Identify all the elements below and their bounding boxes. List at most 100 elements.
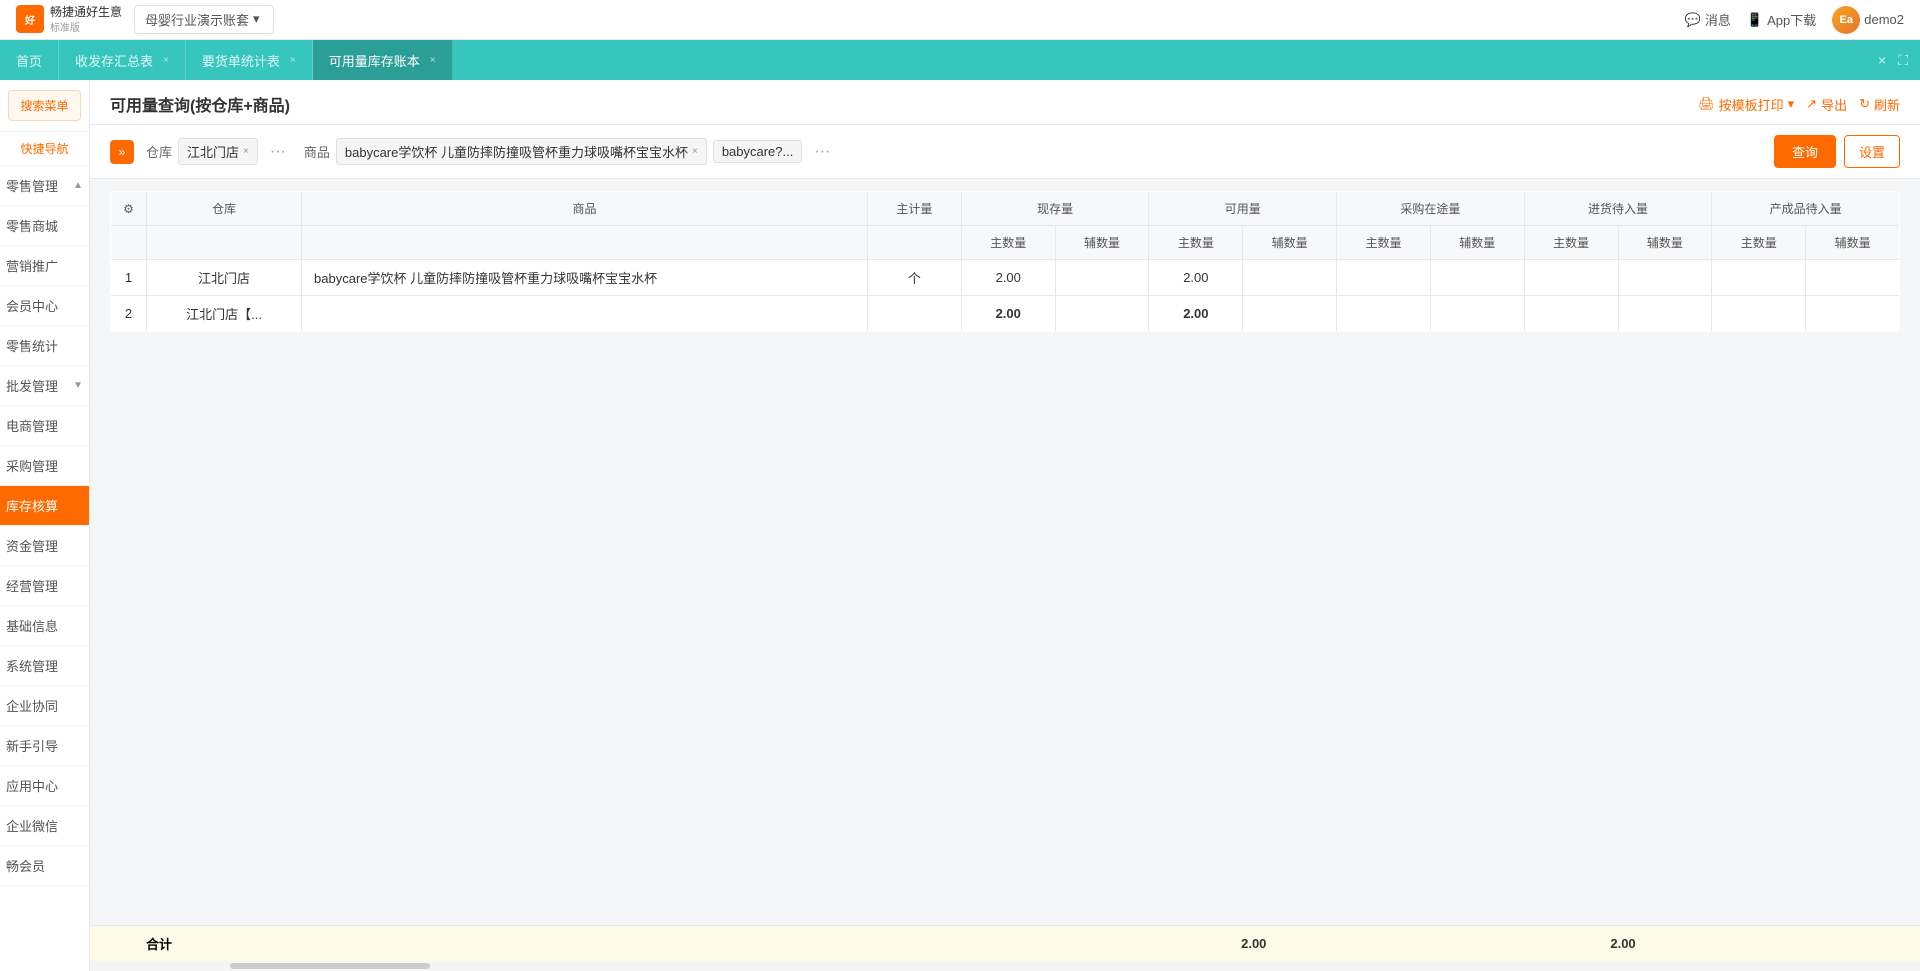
sidebar-item-wholesale-mgmt[interactable]: 批发管理 ▼ — [0, 366, 89, 406]
summary-empty-3 — [1023, 934, 1161, 953]
sidebar-item-member-center[interactable]: 会员中心 — [0, 286, 89, 326]
th-main-unit: 主计量 — [868, 192, 962, 226]
tab-home[interactable]: 首页 — [0, 40, 59, 80]
refresh-icon: ↻ — [1859, 96, 1870, 112]
product-tag-text-2: babycare?... — [722, 144, 794, 159]
message-btn[interactable]: 💬 消息 — [1685, 10, 1731, 29]
sidebar-item-business-mgmt[interactable]: 经营管理 — [0, 566, 89, 606]
query-btn[interactable]: 查询 — [1774, 135, 1836, 168]
top-bar-right: 💬 消息 📱 App下载 Ea demo2 — [1685, 6, 1904, 34]
th-available-aux-qty: 辅数量 — [1243, 226, 1337, 260]
th-product: 商品 — [302, 192, 868, 226]
warehouse-tag-1[interactable]: 江北门店 × — [178, 138, 258, 165]
warehouse-filter-group: 仓库 江北门店 × ··· — [146, 138, 292, 165]
chevron-down-icon: ▾ — [1788, 96, 1795, 112]
cell-unit-1: 个 — [868, 260, 962, 296]
export-btn[interactable]: ↗ 导出 — [1806, 95, 1847, 114]
sidebar-item-app-center[interactable]: 应用中心 — [0, 766, 89, 806]
chevron-down-icon: ▾ — [253, 11, 260, 27]
sidebar-item-label: 营销推广 — [6, 256, 58, 275]
message-label: 消息 — [1705, 10, 1731, 29]
sidebar-item-enterprise-coop[interactable]: 企业协同 — [0, 686, 89, 726]
sidebar-item-enterprise-wechat[interactable]: 企业微信 — [0, 806, 89, 846]
product-more-btn[interactable]: ··· — [808, 141, 836, 163]
cell-production-pending-main-1 — [1712, 260, 1806, 296]
sidebar-item-purchase-mgmt[interactable]: 采购管理 — [0, 446, 89, 486]
cell-inbound-pending-aux-2 — [1618, 296, 1712, 332]
scroll-thumb[interactable] — [230, 963, 430, 969]
sidebar-item-label: 库存核算 — [6, 496, 58, 515]
filter-actions: 查询 设置 — [1774, 135, 1900, 168]
sidebar-item-marketing[interactable]: 营销推广 — [0, 246, 89, 286]
th-settings[interactable]: ⚙ — [111, 192, 147, 226]
cell-inbound-pending-main-1 — [1524, 260, 1618, 296]
quick-nav-btn[interactable]: 快捷导航 — [0, 132, 89, 166]
page-title: 可用量查询(按仓库+商品) — [110, 92, 290, 116]
expand-icon: ▼ — [73, 380, 83, 391]
tab-home-label: 首页 — [16, 51, 42, 70]
cell-production-pending-aux-2 — [1806, 296, 1900, 332]
refresh-btn[interactable]: ↻ 刷新 — [1859, 95, 1900, 114]
cell-production-pending-main-2 — [1712, 296, 1806, 332]
sidebar-item-inventory-mgmt[interactable]: 库存核算 — [0, 486, 89, 526]
tab-order-stats[interactable]: 要货单统计表 × — [186, 40, 313, 80]
sidebar-item-label: 零售统计 — [6, 336, 58, 355]
cell-current-main-2: 2.00 — [961, 296, 1055, 332]
tab-available-inventory-close[interactable]: × — [430, 55, 436, 66]
settings-btn[interactable]: 设置 — [1844, 135, 1900, 168]
sidebar-search-area: 搜索菜单 — [0, 80, 89, 132]
close-all-tabs-btn[interactable]: × — [1874, 48, 1890, 72]
expand-tab-btn[interactable]: ⛶ — [1894, 48, 1912, 73]
sidebar-item-label: 基础信息 — [6, 616, 58, 635]
cell-available-main-2: 2.00 — [1149, 296, 1243, 332]
nav-tabs: 首页 收发存汇总表 × 要货单统计表 × 可用量库存账本 × × ⛶ — [0, 40, 1920, 80]
tab-receive-summary-close[interactable]: × — [163, 55, 169, 66]
th-inbound-pending: 进货待入量 — [1524, 192, 1712, 226]
product-tag-remove-1[interactable]: × — [692, 146, 698, 157]
download-btn[interactable]: 📱 App下载 — [1747, 10, 1816, 29]
print-label: 按模板打印 — [1719, 95, 1784, 114]
sidebar-item-label: 经营管理 — [6, 576, 58, 595]
table-container[interactable]: ⚙ 仓库 商品 主计量 现存量 可用量 采购在途量 进货待入量 产成品待入量 — [90, 179, 1920, 925]
th-available-main-qty: 主数量 — [1149, 226, 1243, 260]
warehouse-more-btn[interactable]: ··· — [264, 141, 292, 163]
sidebar-item-vip-member[interactable]: 畅会员 — [0, 846, 89, 886]
sidebar-item-label: 电商管理 — [6, 416, 58, 435]
main-layout: 搜索菜单 快捷导航 零售管理 ▲ 零售商城 营销推广 会员中心 零售统计 批发管… — [0, 80, 1920, 971]
sidebar-item-label: 系统管理 — [6, 656, 58, 675]
sidebar-item-finance-mgmt[interactable]: 资金管理 — [0, 526, 89, 566]
sidebar-item-system-mgmt[interactable]: 系统管理 — [0, 646, 89, 686]
tab-available-inventory[interactable]: 可用量库存账本 × — [313, 40, 453, 80]
industry-label: 母婴行业演示账套 — [145, 10, 249, 29]
content-area: 可用量查询(按仓库+商品) 🖨 按模板打印 ▾ ↗ 导出 ↻ 刷新 » — [90, 80, 1920, 971]
print-template-btn[interactable]: 🖨 按模板打印 ▾ — [1698, 95, 1794, 114]
product-tag-1[interactable]: babycare学饮杯 儿童防摔防撞吸管杯重力球吸嘴杯宝宝水杯 × — [336, 138, 707, 165]
summary-available-aux — [1715, 934, 1900, 953]
summary-available-main-qty: 2.00 — [1531, 934, 1716, 953]
sidebar-item-basic-info[interactable]: 基础信息 — [0, 606, 89, 646]
logo-area: 好 畅捷通好生意 标准版 — [16, 5, 122, 34]
sidebar-item-ecommerce-mgmt[interactable]: 电商管理 — [0, 406, 89, 446]
sidebar-item-retail-stats[interactable]: 零售统计 — [0, 326, 89, 366]
tab-order-stats-label: 要货单统计表 — [202, 51, 280, 70]
username: demo2 — [1864, 12, 1904, 27]
user-area[interactable]: Ea demo2 — [1832, 6, 1904, 34]
sidebar-item-retail-mgmt[interactable]: 零售管理 ▲ — [0, 166, 89, 206]
tab-order-stats-close[interactable]: × — [290, 55, 296, 66]
scroll-bar-area[interactable] — [90, 961, 1920, 971]
th-production-pending-main: 主数量 — [1712, 226, 1806, 260]
table-row: 1 江北门店 babycare学饮杯 儿童防摔防撞吸管杯重力球吸嘴杯宝宝水杯 个… — [111, 260, 1900, 296]
tab-receive-summary[interactable]: 收发存汇总表 × — [59, 40, 186, 80]
filter-expand-btn[interactable]: » — [110, 140, 134, 164]
export-label: 导出 — [1821, 95, 1847, 114]
sidebar-item-retail-mall[interactable]: 零售商城 — [0, 206, 89, 246]
industry-selector[interactable]: 母婴行业演示账套 ▾ — [134, 5, 274, 34]
cell-inbound-pending-main-2 — [1524, 296, 1618, 332]
download-label: App下载 — [1767, 10, 1816, 29]
search-menu-btn[interactable]: 搜索菜单 — [8, 90, 81, 121]
summary-empty-1 — [110, 934, 146, 953]
warehouse-tag-remove[interactable]: × — [243, 146, 249, 157]
sidebar-item-new-guide[interactable]: 新手引导 — [0, 726, 89, 766]
product-tag-2[interactable]: babycare?... — [713, 140, 803, 163]
download-icon: 📱 — [1747, 12, 1763, 28]
